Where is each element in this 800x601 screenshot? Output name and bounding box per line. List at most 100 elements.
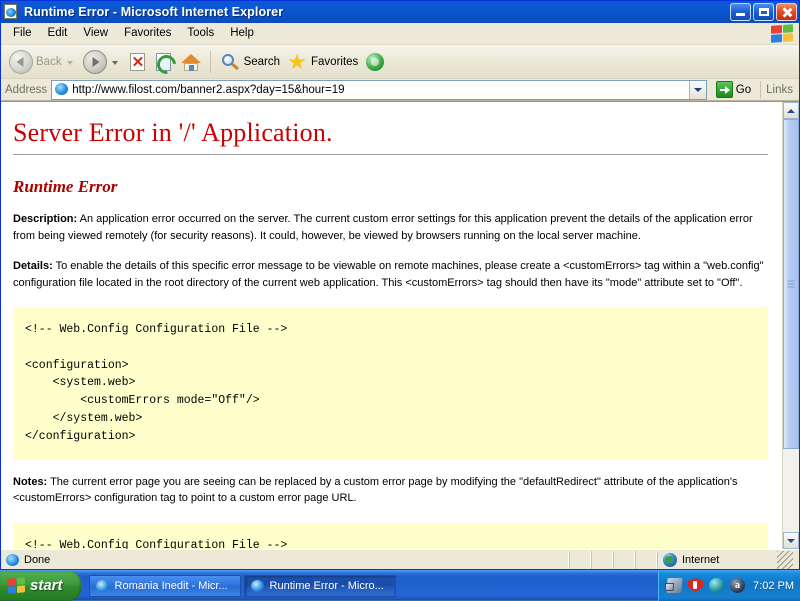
taskbar-item-label: Romania Inedit - Micr... [115, 580, 228, 592]
taskbar-item-romania-inedit[interactable]: Romania Inedit - Micr... [89, 575, 241, 597]
windows-flag-icon [8, 577, 25, 593]
taskbar: start Romania Inedit - Micr... Runtime E… [0, 570, 800, 600]
media-globe-icon [364, 52, 386, 72]
window-resize-grip[interactable] [777, 551, 793, 569]
menu-item-edit[interactable]: Edit [40, 25, 76, 42]
back-dropdown-chevron-icon[interactable] [67, 61, 73, 65]
start-button[interactable]: start [0, 571, 81, 601]
status-pane-3 [613, 551, 635, 569]
scrollbar-grip-icon [788, 281, 795, 288]
address-separator [760, 81, 761, 99]
search-icon [219, 52, 241, 72]
taskbar-item-label: Runtime Error - Micro... [270, 580, 384, 592]
ie-icon [251, 579, 265, 593]
forward-button[interactable] [80, 47, 125, 77]
ie-icon [96, 579, 110, 593]
start-button-label: start [30, 577, 63, 594]
title-divider [13, 154, 768, 155]
description-paragraph: Description: An application error occurr… [13, 211, 768, 244]
taskbar-window-list: Romania Inedit - Micr... Runtime Error -… [89, 575, 659, 597]
status-pane-1 [569, 551, 591, 569]
status-ie-icon [6, 553, 20, 567]
system-tray: a 7:02 PM [658, 571, 800, 601]
favorites-button[interactable]: Favorites [283, 47, 361, 77]
title-bar: Runtime Error - Microsoft Internet Explo… [1, 1, 799, 23]
windows-flag-logo-icon [771, 24, 793, 43]
stop-button[interactable]: ✕ [125, 47, 151, 77]
error-subtitle: Runtime Error [13, 177, 768, 197]
notes-label: Notes: [13, 476, 47, 488]
details-text: To enable the details of this specific e… [13, 260, 764, 289]
description-label: Description: [13, 213, 77, 225]
page-favicon-icon [54, 82, 69, 97]
scrollbar-track[interactable] [783, 119, 799, 532]
security-shield-icon[interactable] [688, 578, 703, 593]
status-message-pane: Done [1, 551, 569, 569]
page-title: Server Error in '/' Application. [13, 118, 768, 148]
back-arrow-icon [9, 50, 33, 74]
restore-button[interactable] [753, 3, 774, 21]
address-url-text[interactable]: http://www.filost.com/banner2.aspx?day=1… [72, 84, 689, 96]
go-arrow-icon [716, 81, 733, 98]
network-icon[interactable] [667, 578, 683, 593]
media-button[interactable] [361, 47, 389, 77]
status-bar: Done Internet [1, 549, 799, 569]
stop-icon: ✕ [128, 52, 148, 72]
acrobat-icon[interactable]: a [730, 578, 745, 593]
window-controls [730, 3, 797, 21]
status-text: Done [24, 554, 50, 566]
taskbar-item-runtime-error[interactable]: Runtime Error - Micro... [244, 575, 396, 597]
navigation-toolbar: Back ✕ Search [1, 45, 799, 79]
address-dropdown-button[interactable] [689, 81, 706, 99]
star-icon [286, 52, 308, 72]
go-button-label: Go [736, 84, 751, 96]
home-button[interactable] [177, 47, 205, 77]
code-block-webconfig-2: <!-- Web.Config Configuration File --> <… [13, 523, 768, 549]
notes-paragraph: Notes: The current error page you are se… [13, 474, 768, 507]
status-pane-4 [635, 551, 657, 569]
security-zone-text: Internet [682, 554, 719, 566]
forward-arrow-icon [83, 50, 107, 74]
code-block-webconfig-1: <!-- Web.Config Configuration File --> <… [13, 307, 768, 460]
links-label[interactable]: Links [766, 84, 793, 96]
scroll-down-button[interactable] [783, 532, 799, 549]
back-button-label: Back [36, 56, 62, 68]
refresh-icon [154, 52, 174, 72]
menu-bar: File Edit View Favorites Tools Help [1, 23, 799, 45]
security-zone-pane[interactable]: Internet [657, 551, 799, 569]
menu-item-help[interactable]: Help [222, 25, 262, 42]
minimize-button[interactable] [730, 3, 751, 21]
search-button[interactable]: Search [216, 47, 283, 77]
page-viewport: Server Error in '/' Application. Runtime… [1, 101, 799, 549]
forward-dropdown-chevron-icon[interactable] [112, 61, 118, 65]
close-button[interactable] [776, 3, 797, 21]
menu-item-tools[interactable]: Tools [179, 25, 222, 42]
teal-circle-icon[interactable] [709, 578, 724, 593]
menu-item-file[interactable]: File [5, 25, 40, 42]
details-paragraph: Details: To enable the details of this s… [13, 258, 768, 291]
browser-window: Runtime Error - Microsoft Internet Explo… [0, 0, 800, 570]
back-button[interactable]: Back [6, 47, 80, 77]
details-label: Details: [13, 260, 53, 272]
description-text: An application error occurred on the ser… [13, 213, 753, 242]
address-label: Address [5, 84, 47, 96]
address-input[interactable]: http://www.filost.com/banner2.aspx?day=1… [51, 80, 707, 100]
taskbar-clock[interactable]: 7:02 PM [753, 580, 794, 592]
favorites-button-label: Favorites [311, 56, 358, 68]
go-button[interactable]: Go [712, 81, 755, 98]
home-icon [180, 52, 202, 72]
menu-item-view[interactable]: View [75, 25, 116, 42]
scrollbar-thumb[interactable] [783, 119, 799, 449]
refresh-button[interactable] [151, 47, 177, 77]
internet-globe-icon [663, 553, 677, 567]
status-pane-2 [591, 551, 613, 569]
scroll-up-button[interactable] [783, 102, 799, 119]
error-page-content: Server Error in '/' Application. Runtime… [1, 102, 782, 549]
toolbar-separator [210, 51, 211, 73]
vertical-scrollbar[interactable] [782, 102, 799, 549]
menu-item-favorites[interactable]: Favorites [116, 25, 179, 42]
notes-text: The current error page you are seeing ca… [13, 476, 738, 505]
ie-document-icon [4, 4, 20, 20]
window-title: Runtime Error - Microsoft Internet Explo… [24, 5, 730, 19]
search-button-label: Search [244, 56, 280, 68]
